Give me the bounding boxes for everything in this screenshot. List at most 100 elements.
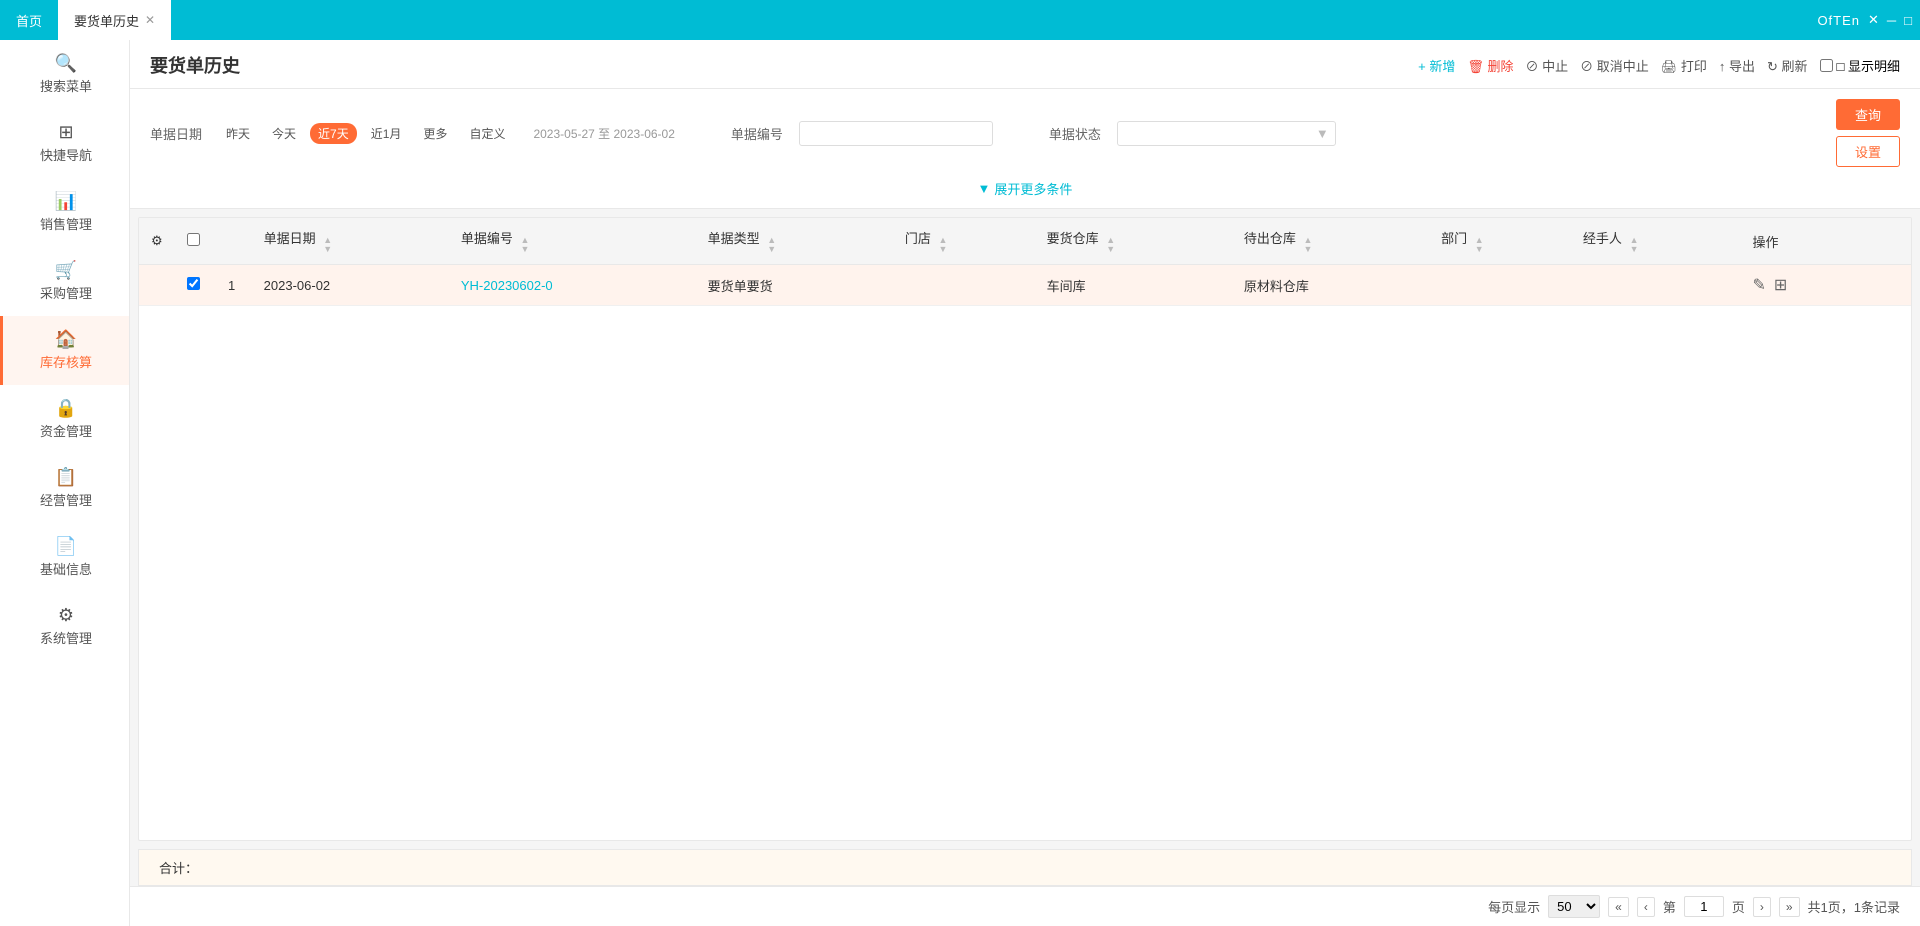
sidebar-label-finance: 资金管理 [40, 421, 92, 440]
main-layout: 🔍 搜索菜单 ⊞ 快捷导航 📊 销售管理 🛒 采购管理 🏠 库存核算 🔒 资金管… [0, 40, 1920, 926]
sidebar-item-operations[interactable]: 📋 经营管理 [0, 454, 129, 523]
th-checkbox[interactable] [175, 218, 212, 265]
top-bar: 首页 要货单历史 ✕ OfTEn ✕ ─ □ [0, 0, 1920, 40]
settings-button[interactable]: 设置 [1836, 136, 1900, 167]
sidebar-item-system[interactable]: ⚙ 系统管理 [0, 592, 129, 661]
sidebar-item-finance[interactable]: 🔒 资金管理 [0, 385, 129, 454]
sidebar-item-basic-info[interactable]: 📄 基础信息 [0, 523, 129, 592]
sort-icon-bill-type[interactable]: ▲▼ [767, 236, 776, 254]
th-req-warehouse: 要货仓库 ▲▼ [1035, 218, 1232, 265]
td-bill-no[interactable]: YH-20230602-0 [449, 265, 696, 306]
sidebar-label-basic-info: 基础信息 [40, 559, 92, 578]
select-all-checkbox[interactable] [187, 233, 200, 246]
bill-no-input[interactable] [799, 121, 993, 146]
edit-icon[interactable]: ✎ [1752, 275, 1765, 295]
sort-icon-handler[interactable]: ▲▼ [1630, 236, 1639, 254]
page-label: 第 [1663, 897, 1676, 916]
sidebar-item-purchase[interactable]: 🛒 采购管理 [0, 247, 129, 316]
show-detail-label: □ 显示明细 [1837, 56, 1900, 75]
toolbar: + 新增 🗑 删除 ⊘ 中止 ⊘ 取消中止 🖨 打印 ↑ 导出 ↻ 刷新 □ 显… [1418, 56, 1900, 75]
th-department-label: 部门 [1441, 231, 1467, 246]
th-date: 单据日期 ▲▼ [252, 218, 449, 265]
export-button[interactable]: ↑ 导出 [1719, 56, 1755, 75]
td-req-warehouse: 车间库 [1035, 265, 1232, 306]
sort-icon-date[interactable]: ▲▼ [323, 236, 332, 254]
window-close-icon[interactable]: ✕ [1868, 12, 1879, 28]
sidebar-item-sales[interactable]: 📊 销售管理 [0, 178, 129, 247]
next-page-btn[interactable]: › [1753, 897, 1771, 917]
th-operation-label: 操作 [1752, 235, 1778, 250]
tab-requisition-history[interactable]: 要货单历史 ✕ [58, 0, 171, 40]
th-num [212, 218, 252, 265]
show-detail-checkbox[interactable] [1820, 59, 1833, 72]
per-page-select[interactable]: 20 50 100 [1548, 895, 1600, 918]
sidebar-item-search-menu[interactable]: 🔍 搜索菜单 [0, 40, 129, 109]
operations-icon: 📋 [55, 468, 77, 486]
new-button[interactable]: + 新增 [1418, 56, 1455, 75]
sort-icon-department[interactable]: ▲▼ [1475, 236, 1484, 254]
td-bill-type: 要货单要货 [696, 265, 893, 306]
date-btn-today[interactable]: 今天 [264, 123, 304, 144]
tab-home[interactable]: 首页 [0, 0, 58, 40]
th-pending-warehouse-label: 待出仓库 [1244, 231, 1296, 246]
refresh-button[interactable]: ↻ 刷新 [1767, 56, 1808, 75]
expand-row: ▼ 展开更多条件 [150, 175, 1900, 198]
filter-area: 单据日期 昨天 今天 近7天 近1月 更多 自定义 2023-05-27 至 2… [130, 89, 1920, 209]
top-bar-tabs: 首页 要货单历史 ✕ [0, 0, 171, 40]
print-button[interactable]: 🖨 打印 [1661, 56, 1707, 75]
copy-icon[interactable]: ⊞ [1774, 275, 1787, 295]
status-select-wrap: ▼ [1117, 121, 1336, 146]
date-btn-last7[interactable]: 近7天 [310, 123, 357, 144]
td-checkbox[interactable] [175, 265, 212, 306]
bill-no-link[interactable]: YH-20230602-0 [461, 278, 553, 293]
page-header: 要货单历史 + 新增 🗑 删除 ⊘ 中止 ⊘ 取消中止 🖨 打印 ↑ 导出 ↻ … [130, 40, 1920, 89]
date-btn-yesterday[interactable]: 昨天 [218, 123, 258, 144]
grid-icon: ⊞ [58, 123, 73, 141]
cancel-stop-button[interactable]: ⊘ 取消中止 [1580, 56, 1649, 75]
td-gear [139, 265, 175, 306]
date-btn-custom[interactable]: 自定义 [461, 123, 513, 144]
delete-button[interactable]: 🗑 删除 [1467, 56, 1513, 75]
sidebar-item-quick-nav[interactable]: ⊞ 快捷导航 [0, 109, 129, 178]
th-bill-type: 单据类型 ▲▼ [696, 218, 893, 265]
stop-button[interactable]: ⊘ 中止 [1526, 56, 1569, 75]
expand-more-btn[interactable]: ▼ 展开更多条件 [978, 179, 1073, 198]
tab-home-label: 首页 [16, 11, 42, 30]
sort-icon-req-warehouse[interactable]: ▲▼ [1106, 236, 1115, 254]
page-input[interactable] [1684, 896, 1724, 917]
total-page-label: 页 [1732, 897, 1745, 916]
table-row: 1 2023-06-02 YH-20230602-0 要货单要货 车间库 原材料… [139, 265, 1911, 306]
sort-icon-bill-no[interactable]: ▲▼ [521, 236, 530, 254]
window-controls: OfTEn ✕ ─ □ [1817, 12, 1912, 28]
status-dropdown-icon[interactable]: ▼ [1310, 126, 1335, 141]
tab-close-icon[interactable]: ✕ [145, 13, 155, 27]
sales-icon: 📊 [55, 192, 77, 210]
sort-icon-store[interactable]: ▲▼ [938, 236, 947, 254]
sidebar-label-purchase: 采购管理 [40, 283, 92, 302]
prev-page-btn[interactable]: ‹ [1637, 897, 1655, 917]
window-minimize-icon[interactable]: ─ [1887, 13, 1896, 28]
sidebar-item-inventory[interactable]: 🏠 库存核算 [0, 316, 129, 385]
sort-icon-pending-warehouse[interactable]: ▲▼ [1304, 236, 1313, 254]
action-icons: ✎ ⊞ [1752, 275, 1899, 295]
basic-info-icon: 📄 [55, 537, 77, 555]
row-checkbox[interactable] [187, 277, 200, 290]
last-page-btn[interactable]: » [1779, 897, 1800, 917]
gear-icon[interactable]: ⚙ [151, 233, 163, 248]
bill-no-label: 单据编号 [731, 124, 783, 143]
page-title-row: 要货单历史 + 新增 🗑 删除 ⊘ 中止 ⊘ 取消中止 🖨 打印 ↑ 导出 ↻ … [150, 52, 1900, 78]
first-page-btn[interactable]: « [1608, 897, 1629, 917]
window-maximize-icon[interactable]: □ [1904, 13, 1912, 28]
table-body: 1 2023-06-02 YH-20230602-0 要货单要货 车间库 原材料… [139, 265, 1911, 306]
date-btn-last-month[interactable]: 近1月 [363, 123, 410, 144]
th-operation: 操作 [1740, 218, 1911, 265]
query-button[interactable]: 查询 [1836, 99, 1900, 130]
sidebar: 🔍 搜索菜单 ⊞ 快捷导航 📊 销售管理 🛒 采购管理 🏠 库存核算 🔒 资金管… [0, 40, 130, 926]
td-store [893, 265, 1035, 306]
th-handler: 经手人 ▲▼ [1571, 218, 1741, 265]
date-label: 单据日期 [150, 124, 202, 143]
show-detail-toggle[interactable]: □ 显示明细 [1820, 56, 1900, 75]
status-input[interactable] [1118, 122, 1310, 145]
sidebar-label-sales: 销售管理 [40, 214, 92, 233]
date-btn-more[interactable]: 更多 [415, 123, 455, 144]
